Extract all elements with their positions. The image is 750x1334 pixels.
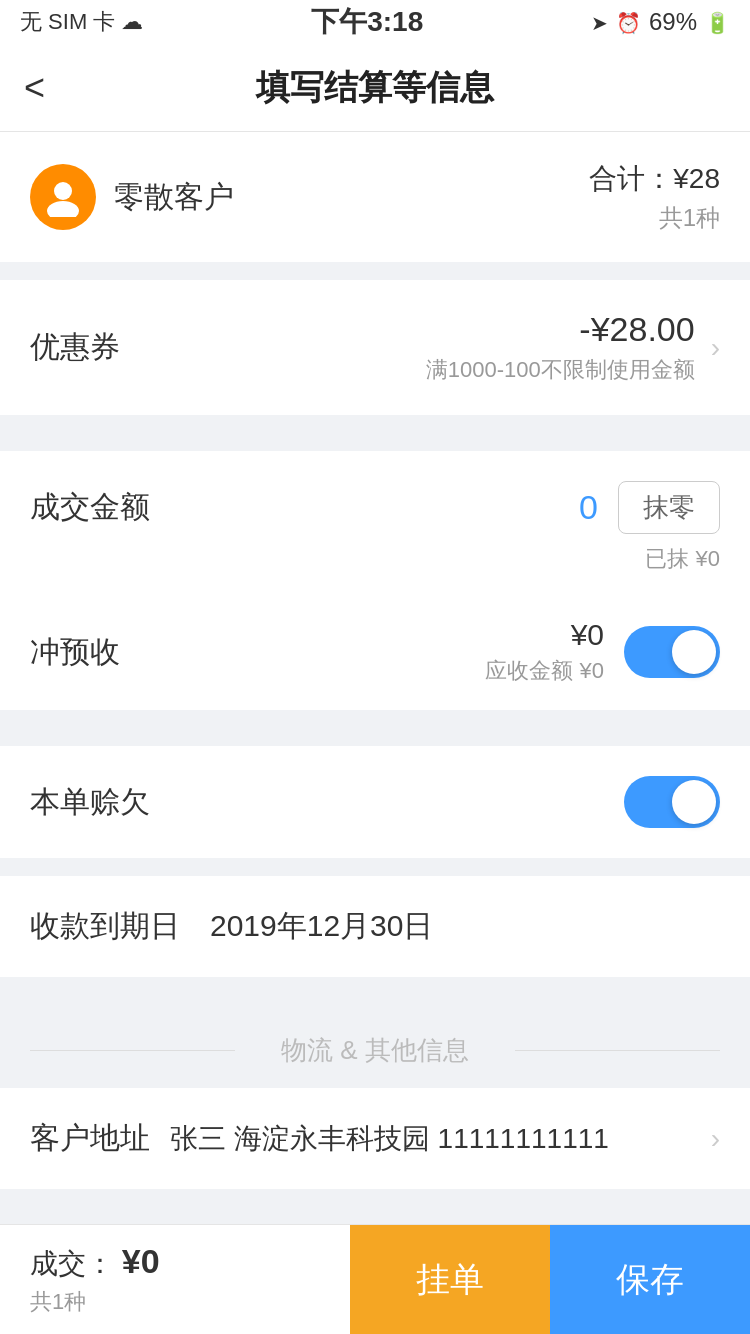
duedate-value[interactable]: 2019年12月30日 — [210, 906, 433, 947]
logistics-divider: 物流 & 其他信息 — [0, 1013, 750, 1088]
status-time: 下午3:18 — [311, 3, 423, 41]
transaction-section: 成交金额 0 抹零 已抹 ¥0 冲预收 ¥0 应收金额 ¥0 — [0, 451, 750, 710]
battery-label: 69% — [649, 8, 697, 36]
alarm-icon — [616, 8, 641, 36]
customer-count: 共1种 — [589, 202, 720, 234]
bottom-bar: 成交： ¥0 共1种 挂单 保存 — [0, 1224, 750, 1334]
location-icon — [591, 8, 608, 36]
prepay-amounts: ¥0 应收金额 ¥0 — [485, 618, 604, 686]
transaction-row: 成交金额 0 抹零 — [0, 451, 750, 544]
duedate-label: 收款到期日 — [30, 906, 180, 947]
divider-line-left — [30, 1050, 235, 1051]
prepay-label: 冲预收 — [30, 632, 120, 673]
divider-text: 物流 & 其他信息 — [281, 1033, 469, 1068]
bottom-deal-row: 成交： ¥0 — [30, 1242, 320, 1283]
debt-section: 本单赊欠 — [0, 746, 750, 858]
page-title: 填写结算等信息 — [256, 65, 494, 111]
customer-left: 零散客户 — [30, 164, 234, 230]
battery-icon — [705, 8, 730, 36]
debt-label: 本单赊欠 — [30, 782, 150, 823]
divider-label-row: 物流 & 其他信息 — [0, 1033, 750, 1068]
user-icon — [43, 177, 83, 217]
coupon-right: -¥28.00 满1000-100不限制使用金额 › — [426, 310, 720, 385]
separator-2 — [0, 728, 750, 746]
prepay-sub-text: 应收金额 ¥0 — [485, 656, 604, 686]
chevron-right-icon: › — [711, 332, 720, 364]
separator-1 — [0, 433, 750, 451]
svg-point-0 — [54, 182, 72, 200]
sim-status: 无 SIM 卡 ☁ — [20, 7, 143, 37]
transaction-value[interactable]: 0 — [579, 488, 598, 527]
bottom-info: 成交： ¥0 共1种 — [0, 1242, 350, 1317]
save-button[interactable]: 保存 — [550, 1225, 750, 1335]
prepay-row: 冲预收 ¥0 应收金额 ¥0 — [0, 594, 750, 710]
customer-total: 合计：¥28 — [589, 160, 720, 198]
coupon-sub: 满1000-100不限制使用金额 — [426, 355, 695, 385]
separator-3 — [0, 995, 750, 1013]
coupon-amount: -¥28.00 — [426, 310, 695, 349]
bottom-deal-label: 成交： — [30, 1248, 114, 1279]
content-area: 零散客户 合计：¥28 共1种 优惠券 -¥28.00 满1000-100不限制… — [0, 132, 750, 1334]
bottom-count: 共1种 — [30, 1287, 320, 1317]
customer-name: 零散客户 — [114, 177, 234, 218]
bottom-deal-amount: ¥0 — [122, 1242, 160, 1280]
pending-button[interactable]: 挂单 — [350, 1225, 550, 1335]
avatar — [30, 164, 96, 230]
status-right: 69% — [591, 8, 730, 36]
address-label: 客户地址 — [30, 1118, 150, 1159]
toggle-knob — [672, 630, 716, 674]
customer-right: 合计：¥28 共1种 — [589, 160, 720, 234]
coupon-row[interactable]: 优惠券 -¥28.00 满1000-100不限制使用金额 › — [0, 280, 750, 415]
address-value: 张三 海淀永丰科技园 11111111111 — [170, 1120, 711, 1158]
divider-line-right — [515, 1050, 720, 1051]
svg-point-1 — [47, 201, 79, 217]
duedate-section: 收款到期日 2019年12月30日 — [0, 876, 750, 977]
back-button[interactable]: < — [24, 67, 45, 109]
coupon-section[interactable]: 优惠券 -¥28.00 满1000-100不限制使用金额 › — [0, 280, 750, 415]
coupon-label: 优惠券 — [30, 327, 120, 368]
status-bar: 无 SIM 卡 ☁ 下午3:18 69% — [0, 0, 750, 44]
prepay-right: ¥0 应收金额 ¥0 — [485, 618, 720, 686]
nav-bar: < 填写结算等信息 — [0, 44, 750, 132]
transaction-right: 0 抹零 — [579, 481, 720, 534]
transaction-sub: 已抹 ¥0 — [0, 544, 750, 594]
address-chevron-icon: › — [711, 1123, 720, 1155]
status-left: 无 SIM 卡 ☁ — [20, 7, 143, 37]
transaction-label: 成交金额 — [30, 487, 150, 528]
prepay-toggle[interactable] — [624, 626, 720, 678]
debt-toggle[interactable] — [624, 776, 720, 828]
address-section[interactable]: 客户地址 张三 海淀永丰科技园 11111111111 › — [0, 1088, 750, 1189]
debt-toggle-knob — [672, 780, 716, 824]
round-button[interactable]: 抹零 — [618, 481, 720, 534]
duedate-row: 收款到期日 2019年12月30日 — [30, 906, 720, 947]
customer-section: 零散客户 合计：¥28 共1种 — [0, 132, 750, 262]
prepay-main-amount: ¥0 — [485, 618, 604, 652]
